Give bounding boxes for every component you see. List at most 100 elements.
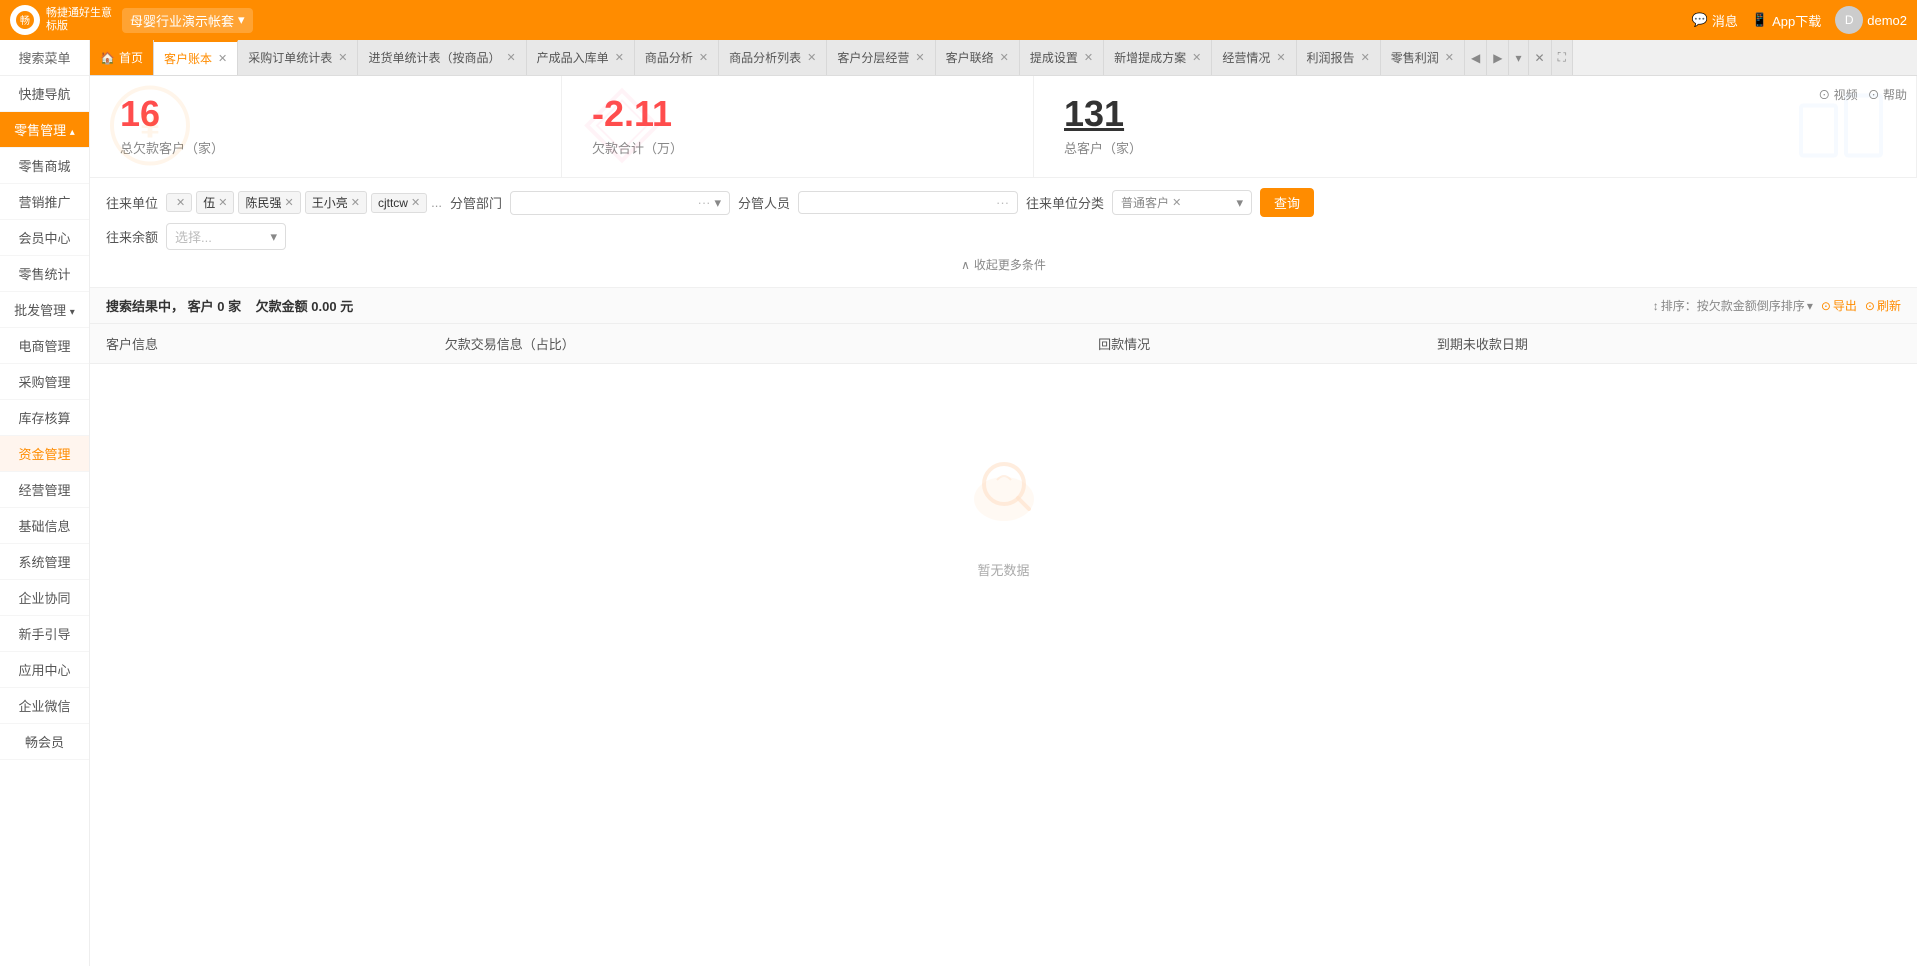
tabs-bar: 🏠 首页 客户账本 ✕ 采购订单统计表 ✕ 进货单统计表（按商品） ✕ 产成品入… <box>90 40 1917 76</box>
tab-purchase-stats[interactable]: 进货单统计表（按商品） ✕ <box>358 40 526 76</box>
home-icon: 🏠 <box>100 51 115 65</box>
sidebar-item-new-guide[interactable]: 新手引导 <box>0 616 89 652</box>
tab-product-analysis-list[interactable]: 商品分析列表 ✕ <box>719 40 827 76</box>
tab-reminder-settings[interactable]: 提成设置 ✕ <box>1020 40 1104 76</box>
filter-tag-chenminqiang[interactable]: 陈民强 ✕ <box>238 191 300 214</box>
refresh-button[interactable]: ⊙ 刷新 <box>1865 297 1901 314</box>
filter-tag-wangxiaoliang[interactable]: 王小亮 ✕ <box>305 191 367 214</box>
tabs-menu-btn[interactable]: ▾ <box>1509 40 1528 76</box>
tab-purchase-order-stats[interactable]: 采购订单统计表 ✕ <box>238 40 358 76</box>
tab-business-status[interactable]: 经营情况 ✕ <box>1212 40 1296 76</box>
sidebar-item-finance[interactable]: 资金管理 <box>0 436 89 472</box>
tabs-prev-btn[interactable]: ◀ <box>1465 40 1487 76</box>
empty-icon <box>959 444 1049 550</box>
filter-person-label: 分管人员 <box>738 193 790 212</box>
tab-close-customer-account[interactable]: ✕ <box>218 52 227 65</box>
sort-button[interactable]: ↕ 排序：按欠款金额倒序排序 ▾ <box>1653 297 1813 314</box>
sidebar-item-retail-stats[interactable]: 零售统计 <box>0 256 89 292</box>
stat-total-customers-number: 131 <box>1064 96 1886 132</box>
sidebar-item-enterprise[interactable]: 企业协同 <box>0 580 89 616</box>
dept-more-icon: ··· <box>697 195 710 210</box>
sidebar-item-ecommerce[interactable]: 电商管理 <box>0 328 89 364</box>
tabs-next-btn[interactable]: ▶ <box>1487 40 1509 76</box>
tab-close-purchase-stats[interactable]: ✕ <box>506 51 515 64</box>
tab-product-receipt[interactable]: 产成品入库单 ✕ <box>527 40 635 76</box>
tab-close-reminder-settings[interactable]: ✕ <box>1084 51 1093 64</box>
filter-tag-blank[interactable]: ✕ <box>166 193 192 212</box>
tab-close-product-receipt[interactable]: ✕ <box>615 51 624 64</box>
sidebar-item-inventory[interactable]: 库存核算 <box>0 400 89 436</box>
filter-dept-label: 分管部门 <box>450 193 502 212</box>
remove-tag-chenminqiang[interactable]: ✕ <box>284 196 293 209</box>
sidebar-item-wholesale-mgmt[interactable]: 批发管理 ▾ <box>0 292 89 328</box>
sidebar-item-app-center[interactable]: 应用中心 <box>0 652 89 688</box>
collapse-button[interactable]: ∧ 收起更多条件 <box>961 256 1046 273</box>
filter-category-select[interactable]: 普通客户 ✕ ▾ <box>1112 190 1252 215</box>
filter-tag-wu[interactable]: 伍 ✕ <box>196 191 234 214</box>
tabs-close-all-btn[interactable]: ✕ <box>1529 40 1552 76</box>
filter-row-2: 往来余额 选择... ▾ <box>106 223 1901 250</box>
tab-close-customer-segment[interactable]: ✕ <box>915 51 924 64</box>
app-download-icon: 📱 <box>1752 12 1768 28</box>
filter-balance-label: 往来余额 <box>106 227 158 246</box>
svg-text:畅: 畅 <box>20 14 30 27</box>
filter-more-tags[interactable]: ... <box>431 195 442 210</box>
tab-close-business-status[interactable]: ✕ <box>1276 51 1285 64</box>
tab-close-product-analysis[interactable]: ✕ <box>699 51 708 64</box>
col-overdue-date: 到期未收款日期 <box>1421 324 1917 364</box>
tab-profit-report[interactable]: 利润报告 ✕ <box>1297 40 1381 76</box>
tab-retail-profit[interactable]: 零售利润 ✕ <box>1381 40 1465 76</box>
filter-category-label: 往来单位分类 <box>1026 193 1104 212</box>
store-selector[interactable]: 母婴行业演示帐套 ▾ <box>122 8 253 33</box>
filter-balance-select[interactable]: 选择... ▾ <box>166 223 286 250</box>
tab-close-retail-profit[interactable]: ✕ <box>1445 51 1454 64</box>
tab-close-profit-report[interactable]: ✕ <box>1361 51 1370 64</box>
tab-close-customer-contact[interactable]: ✕ <box>1000 51 1009 64</box>
sidebar-item-marketing[interactable]: 营销推广 <box>0 184 89 220</box>
help-link[interactable]: ⊙ 帮助 <box>1868 86 1907 103</box>
sort-icon: ↕ <box>1653 299 1659 313</box>
remove-tag-wangxiaoliang[interactable]: ✕ <box>351 196 360 209</box>
tab-product-analysis[interactable]: 商品分析 ✕ <box>635 40 719 76</box>
data-table: 客户信息 欠款交易信息（占比） 回款情况 到期未收款日期 <box>90 324 1917 659</box>
person-more-icon: ··· <box>996 195 1009 210</box>
tab-close-purchase-order-stats[interactable]: ✕ <box>338 51 347 64</box>
balance-arrow-icon: ▾ <box>270 229 277 245</box>
sidebar-item-quick-nav[interactable]: 快捷导航 <box>0 76 89 112</box>
tab-home[interactable]: 🏠 首页 <box>90 40 154 76</box>
sort-arrow-icon: ▾ <box>1807 299 1813 313</box>
tabs-maximize-btn[interactable]: ⛶ <box>1552 40 1573 76</box>
sidebar-item-operation[interactable]: 经营管理 <box>0 472 89 508</box>
remove-tag-blank[interactable]: ✕ <box>176 196 185 209</box>
remove-tag-normal-customer[interactable]: ✕ <box>1172 196 1181 209</box>
user-menu[interactable]: D demo2 <box>1835 6 1907 34</box>
tab-customer-segment[interactable]: 客户分层经营 ✕ <box>827 40 935 76</box>
filter-tag-cjttcw[interactable]: cjttcw ✕ <box>371 193 427 213</box>
message-btn[interactable]: 💬 消息 <box>1692 11 1738 30</box>
sidebar-item-basic-info[interactable]: 基础信息 <box>0 508 89 544</box>
remove-tag-cjttcw[interactable]: ✕ <box>411 196 420 209</box>
query-button[interactable]: 查询 <box>1260 188 1314 217</box>
tab-close-product-analysis-list[interactable]: ✕ <box>807 51 816 64</box>
sidebar-item-wechat[interactable]: 企业微信 <box>0 688 89 724</box>
tab-close-new-achievement[interactable]: ✕ <box>1192 51 1201 64</box>
sidebar-item-purchase-mgmt[interactable]: 采购管理 <box>0 364 89 400</box>
sidebar-item-system[interactable]: 系统管理 <box>0 544 89 580</box>
sidebar-item-retail-mall[interactable]: 零售商城 <box>0 148 89 184</box>
video-link[interactable]: ⊙ 视频 <box>1818 86 1857 103</box>
tab-new-achievement[interactable]: 新增提成方案 ✕ <box>1104 40 1212 76</box>
filter-tags: ✕ 伍 ✕ 陈民强 ✕ 王小亮 <box>166 191 442 214</box>
tab-customer-contact[interactable]: 客户联络 ✕ <box>936 40 1020 76</box>
sidebar-item-member-center[interactable]: 会员中心 <box>0 220 89 256</box>
remove-tag-wu[interactable]: ✕ <box>218 196 227 209</box>
filter-tag-normal-customer[interactable]: 普通客户 ✕ <box>1121 194 1181 211</box>
export-button[interactable]: ⊙ 导出 <box>1821 297 1857 314</box>
tab-customer-account[interactable]: 客户账本 ✕ <box>154 40 238 76</box>
sidebar-item-vip[interactable]: 畅会员 <box>0 724 89 760</box>
sidebar-item-retail-mgmt[interactable]: 零售管理 ▴ <box>0 112 89 148</box>
filter-person-select[interactable]: ··· <box>798 191 1018 214</box>
table-header: 客户信息 欠款交易信息（占比） 回款情况 到期未收款日期 <box>90 324 1917 364</box>
sidebar-search[interactable]: 搜索菜单 <box>0 40 89 76</box>
filter-dept-select[interactable]: ··· ▾ <box>510 191 730 215</box>
app-download-btn[interactable]: 📱 App下载 <box>1752 11 1821 30</box>
